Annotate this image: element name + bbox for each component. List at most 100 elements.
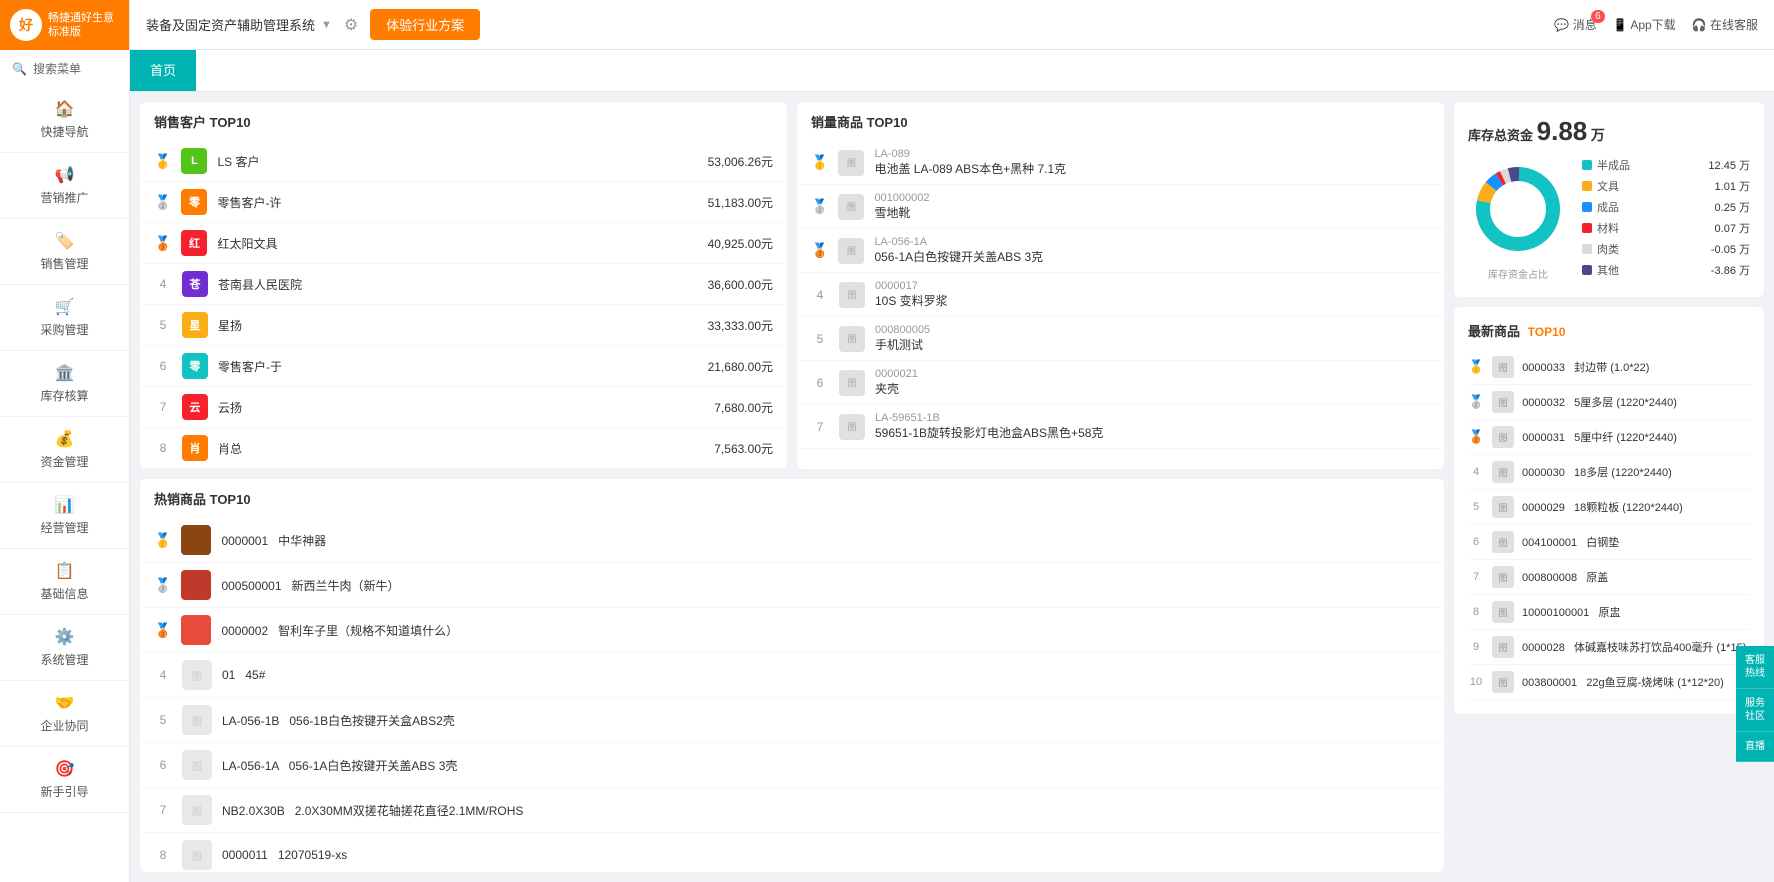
customer-name: 云扬 (218, 399, 704, 416)
inventory-title: 库存总资金 9.88 万 (1468, 116, 1750, 147)
medal-icon: 🥇 (811, 154, 828, 171)
hot-thumb-img (181, 525, 211, 555)
legend-dot (1582, 202, 1592, 212)
sidebar-item-经营管理[interactable]: 📊经营管理 (0, 483, 129, 549)
donut-section: 库存资金占比 半成品 12.45 万 文具 1.01 万 成品 0.25 万 材… (1468, 157, 1750, 283)
legend-item: 文具 1.01 万 (1582, 178, 1750, 194)
product-info: 000800005 手机测试 (875, 324, 1430, 353)
rank-number: 6 (811, 376, 829, 390)
customer-list: 🥇 L LS 客户 53,006.26元 🥈 零 零售客户-许 51,183.0… (140, 141, 787, 469)
search-menu[interactable]: 🔍 搜索菜单 (0, 50, 129, 87)
hot-thumb-placeholder: 图 (182, 660, 212, 690)
service-community-btn[interactable]: 服务社区 (1736, 689, 1774, 732)
product-info: 001000002 雪地靴 (874, 192, 1430, 221)
sidebar-item-新手引导[interactable]: 🎯新手引导 (0, 747, 129, 813)
legend-item: 半成品 12.45 万 (1582, 157, 1750, 173)
sidebar-item-企业协同[interactable]: 🤝企业协同 (0, 681, 129, 747)
sidebar-item-库存核算[interactable]: 🏛️库存核算 (0, 351, 129, 417)
legend-value: 1.01 万 (1715, 178, 1750, 194)
hot-product-name: 01 45# (222, 668, 1430, 682)
app-download-btn[interactable]: 📱 App下载 (1613, 16, 1676, 33)
live-btn[interactable]: 直播 (1736, 732, 1774, 762)
rank-number: 4 (1468, 466, 1484, 478)
nav-icon: 🏠 (55, 99, 75, 119)
rank-number: 4 (154, 277, 172, 291)
rank-number: 6 (1468, 536, 1484, 548)
hot-product-header: 热销商品 TOP10 (140, 479, 1444, 518)
medal-icon: 🥉 (811, 242, 828, 259)
trial-button[interactable]: 体验行业方案 (370, 9, 480, 40)
legend-dot (1582, 265, 1592, 275)
product-thumb: 图 (1492, 636, 1514, 658)
product-thumb: 图 (1492, 461, 1514, 483)
nav-icon: 📊 (55, 495, 75, 515)
message-icon: 💬 (1554, 18, 1569, 32)
customer-top10-panel: 销售客户 TOP10 🥇 L LS 客户 53,006.26元 🥈 零 零售客户… (140, 102, 787, 469)
customer-row: 7 云 云扬 7,680.00元 (140, 387, 787, 428)
product-code: LA-089 (874, 148, 1430, 160)
product-name: 手机测试 (875, 336, 1430, 353)
system-title: 装备及固定资产辅助管理系统 ▼ (146, 15, 332, 34)
new-product-title: 最新商品 TOP10 (1468, 321, 1750, 340)
rank-number: 4 (811, 288, 829, 302)
product-code: LA-59651-1B (875, 412, 1430, 424)
product-thumb: 图 (1492, 391, 1514, 413)
customer-value: 7,680.00元 (714, 399, 773, 416)
sidebar-item-基础信息[interactable]: 📋基础信息 (0, 549, 129, 615)
hot-thumb-placeholder: 图 (182, 750, 212, 780)
product-thumb: 图 (1492, 671, 1514, 693)
sales-product-title: 销量商品 TOP10 (811, 112, 908, 131)
online-service-btn[interactable]: 🎧 在线客服 (1692, 16, 1758, 33)
legend-dot (1582, 223, 1592, 233)
sidebar-item-系统管理[interactable]: ⚙️系统管理 (0, 615, 129, 681)
sidebar-item-采购管理[interactable]: 🛒采购管理 (0, 285, 129, 351)
sidebar-item-营销推广[interactable]: 📢营销推广 (0, 153, 129, 219)
nav-icon: 📢 (55, 165, 75, 185)
product-code: LA-056-1A (874, 236, 1430, 248)
sales-product-row: 🥇 图 LA-089 电池盖 LA-089 ABS本色+黑种 7.1克 (797, 141, 1444, 185)
hot-product-panel: 热销商品 TOP10 🥇 0000001 中华神器 🥈 000500001 新西… (140, 479, 1444, 872)
new-product-info: 10000100001 原盅 (1522, 604, 1750, 620)
sales-product-panel: 销量商品 TOP10 🥇 图 LA-089 电池盖 LA-089 ABS本色+黑… (797, 102, 1444, 469)
product-thumb: 图 (1492, 601, 1514, 623)
settings-icon[interactable]: ⚙ (344, 15, 358, 35)
customer-row: 8 肖 肖总 7,563.00元 (140, 428, 787, 469)
product-info: 0000017 10S 变料罗浆 (875, 280, 1430, 309)
nav-icon: 💰 (55, 429, 75, 449)
hot-product-title: 热销商品 TOP10 (154, 489, 251, 508)
main-area: 装备及固定资产辅助管理系统 ▼ ⚙ 体验行业方案 💬 消息 6 📱 App下载 … (130, 0, 1774, 882)
customer-avatar: 星 (182, 312, 208, 338)
sales-product-row: 🥈 图 001000002 雪地靴 (797, 185, 1444, 229)
sidebar-item-快捷导航[interactable]: 🏠快捷导航 (0, 87, 129, 153)
customer-row: 5 星 星扬 33,333.00元 (140, 305, 787, 346)
legend-item: 其他 -3.86 万 (1582, 262, 1750, 278)
hot-product-list: 🥇 0000001 中华神器 🥈 000500001 新西兰牛肉（新牛） 🥉 0… (140, 518, 1444, 872)
new-product-info: 000800008 原盖 (1522, 569, 1750, 585)
customer-avatar: 苍 (182, 271, 208, 297)
customer-service-btn[interactable]: 客服热线 (1736, 646, 1774, 689)
float-buttons: 客服热线 服务社区 直播 (1736, 646, 1774, 762)
tab-home[interactable]: 首页 (130, 50, 196, 91)
medal-icon: 🥈 (154, 194, 171, 211)
legend-item: 材料 0.07 万 (1582, 220, 1750, 236)
new-product-row: 🥇 图 0000033 封边带 (1.0*22) (1468, 350, 1750, 385)
customer-value: 36,600.00元 (708, 276, 773, 293)
hot-product-row: 6 图 LA-056-1A 056-1A白色按键开关盖ABS 3壳 (140, 743, 1444, 788)
sidebar-item-资金管理[interactable]: 💰资金管理 (0, 417, 129, 483)
medal-icon: 🥇 (154, 532, 171, 549)
nav-icon: 🏷️ (55, 231, 75, 251)
sidebar-nav: 🏠快捷导航📢营销推广🏷️销售管理🛒采购管理🏛️库存核算💰资金管理📊经营管理📋基础… (0, 87, 129, 813)
new-product-info: 0000031 5厘中纤 (1220*2440) (1522, 429, 1750, 445)
rank-number: 6 (154, 758, 172, 772)
hot-product-name: LA-056-1B 056-1B白色按键开关盒ABS2壳 (222, 712, 1430, 729)
message-btn[interactable]: 💬 消息 6 (1554, 16, 1596, 33)
rank-number: 9 (1468, 641, 1484, 653)
top-row: 销售客户 TOP10 🥇 L LS 客户 53,006.26元 🥈 零 零售客户… (140, 102, 1444, 469)
product-thumb: 图 (838, 238, 864, 264)
sidebar-item-销售管理[interactable]: 🏷️销售管理 (0, 219, 129, 285)
inventory-panel: 库存总资金 9.88 万 (1454, 102, 1764, 297)
medal-icon: 🥉 (1468, 429, 1484, 445)
donut-chart: 库存资金占比 (1468, 159, 1568, 281)
medal-icon: 🥈 (811, 198, 828, 215)
product-info: 0000021 夹壳 (875, 368, 1430, 397)
